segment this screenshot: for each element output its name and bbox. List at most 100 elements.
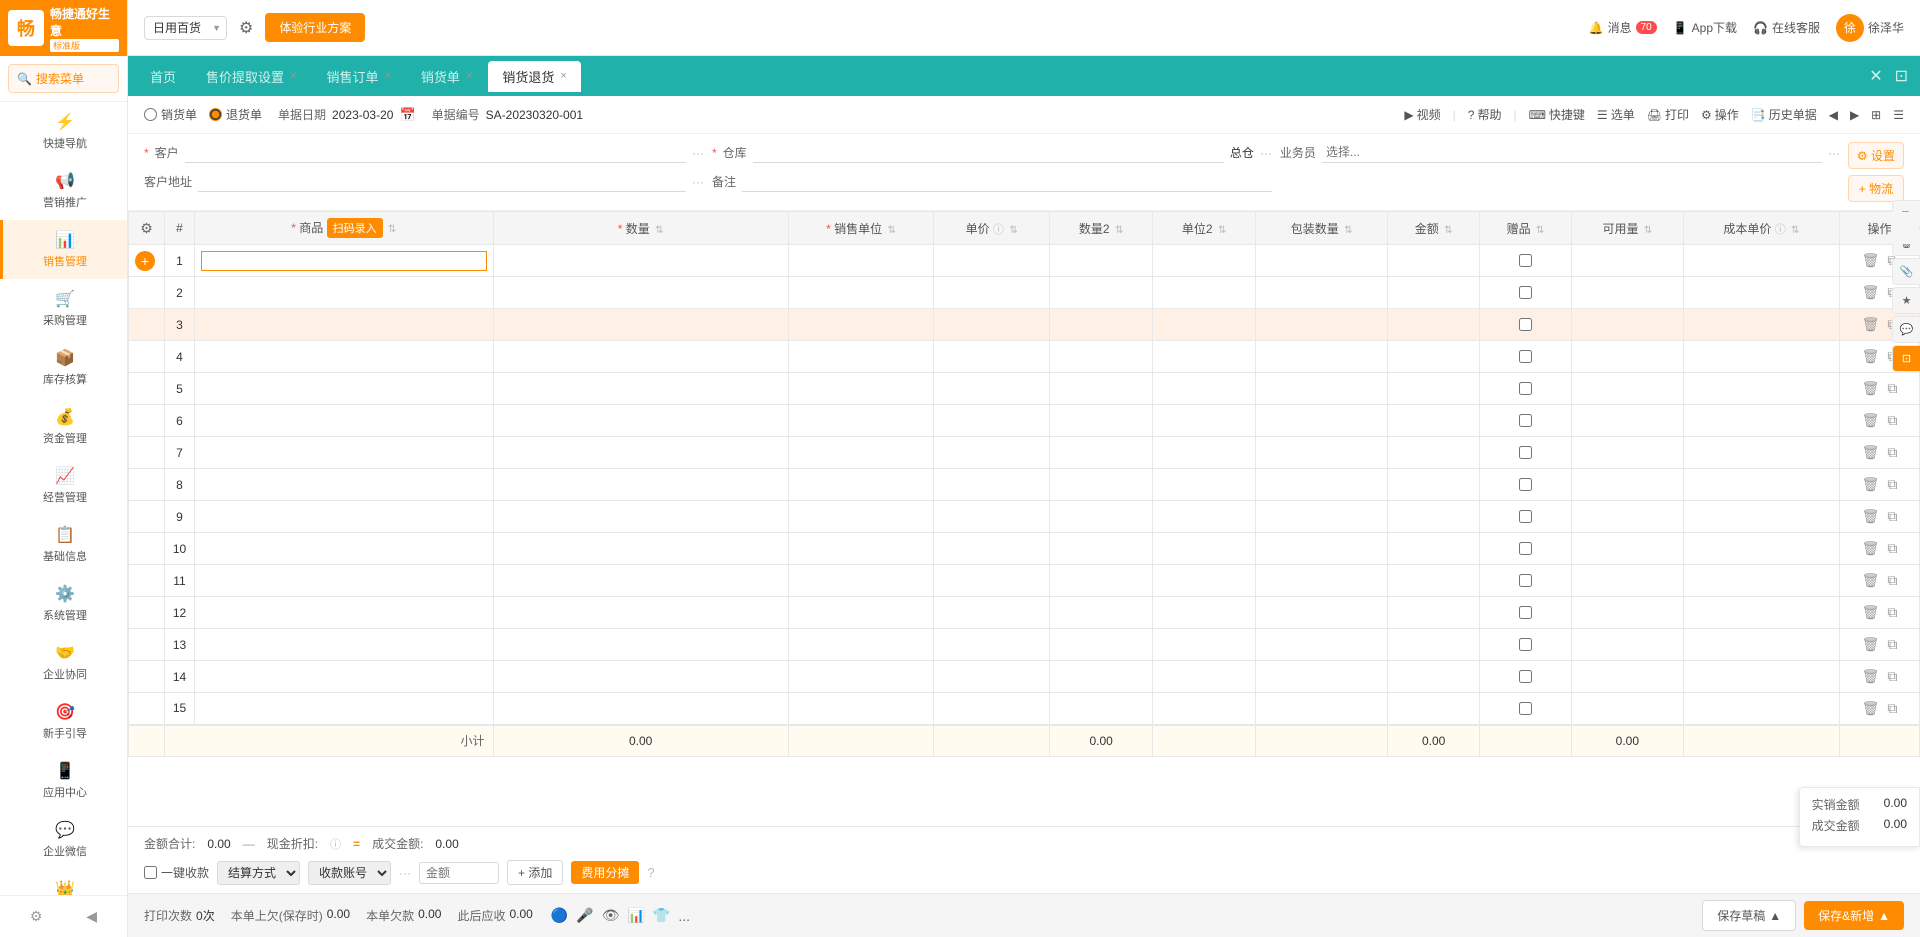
copy-row-8[interactable]: ⧉ bbox=[1887, 476, 1897, 493]
footer-icon-4[interactable]: 📊 bbox=[625, 907, 646, 924]
select-order-btn[interactable]: ☰ 选单 bbox=[1597, 106, 1635, 123]
app-download-btn[interactable]: 📱 App下载 bbox=[1673, 19, 1737, 36]
gift-checkbox-2[interactable] bbox=[1519, 286, 1532, 299]
module-select[interactable]: 日用百货 bbox=[144, 16, 227, 40]
footer-icon-5[interactable]: 👕 bbox=[651, 907, 672, 924]
footer-icon-1[interactable]: 🔵 bbox=[549, 907, 570, 924]
unit-price-sort[interactable]: ⇅ bbox=[1009, 225, 1017, 236]
one-click-label[interactable]: 一键收款 bbox=[144, 864, 209, 881]
gift-checkbox-7[interactable] bbox=[1519, 446, 1532, 459]
delete-row-6[interactable]: 🗑 bbox=[1862, 412, 1880, 429]
delete-row-4[interactable]: 🗑 bbox=[1862, 348, 1880, 365]
prev-record-btn[interactable]: ◀ bbox=[1829, 108, 1838, 122]
product-cell-2[interactable] bbox=[195, 277, 494, 309]
sidebar-item-basic[interactable]: 📋 基础信息 bbox=[0, 515, 127, 574]
sidebar-item-finance[interactable]: 💰 资金管理 bbox=[0, 397, 127, 456]
gift-checkbox-9[interactable] bbox=[1519, 510, 1532, 523]
radio-sales-input[interactable] bbox=[144, 108, 157, 121]
tab-close-sales-delivery[interactable]: × bbox=[466, 70, 472, 82]
cost-price-cell-1[interactable] bbox=[1683, 245, 1839, 277]
add-row-btn-1[interactable]: + bbox=[135, 251, 155, 271]
gift-checkbox-3[interactable] bbox=[1519, 318, 1532, 331]
remarks-input[interactable] bbox=[742, 171, 1272, 192]
gift-checkbox-6[interactable] bbox=[1519, 414, 1532, 427]
copy-row-5[interactable]: ⧉ bbox=[1887, 380, 1897, 397]
radio-sales[interactable]: 销货单 bbox=[144, 106, 197, 123]
available-sort[interactable]: ⇅ bbox=[1644, 225, 1652, 236]
sales-unit-sort[interactable]: ⇅ bbox=[887, 225, 895, 236]
right-tool-active[interactable]: ⊡ bbox=[1892, 345, 1920, 372]
right-tool-attach[interactable]: 📎 bbox=[1892, 258, 1920, 285]
operation-btn[interactable]: ⚙ 操作 bbox=[1701, 106, 1739, 123]
customer-input[interactable] bbox=[185, 142, 686, 163]
one-click-checkbox[interactable] bbox=[144, 866, 157, 879]
sidebar-item-marketing[interactable]: 📢 营销推广 bbox=[0, 161, 127, 220]
save-draft-btn[interactable]: 保存草稿 ▲ bbox=[1702, 900, 1796, 931]
right-tool-message[interactable]: 💬 bbox=[1892, 316, 1920, 343]
gift-checkbox-15[interactable] bbox=[1519, 702, 1532, 715]
gift-checkbox-5[interactable] bbox=[1519, 382, 1532, 395]
copy-row-14[interactable]: ⧉ bbox=[1887, 668, 1897, 685]
shortcuts-btn[interactable]: ⌨ 快捷键 bbox=[1529, 106, 1585, 123]
amount-sort[interactable]: ⇅ bbox=[1444, 225, 1452, 236]
gift-checkbox-11[interactable] bbox=[1519, 574, 1532, 587]
delete-row-11[interactable]: 🗑 bbox=[1862, 572, 1880, 589]
delete-row-3[interactable]: 🗑 bbox=[1862, 316, 1880, 333]
sidebar-item-guide[interactable]: 🎯 新手引导 bbox=[0, 692, 127, 751]
sales-unit-cell-1[interactable] bbox=[788, 245, 934, 277]
sidebar-item-sales[interactable]: 📊 销售管理 bbox=[0, 220, 127, 279]
logistics-btn[interactable]: + 物流 bbox=[1848, 175, 1904, 202]
settings-footer-btn[interactable]: ⚙ bbox=[26, 904, 47, 929]
user-menu[interactable]: 徐 徐泽华 bbox=[1836, 14, 1904, 42]
help-btn[interactable]: ? 帮助 bbox=[1468, 106, 1502, 123]
gift-checkbox-8[interactable] bbox=[1519, 478, 1532, 491]
copy-row-10[interactable]: ⧉ bbox=[1887, 540, 1897, 557]
history-btn[interactable]: 📑 历史单据 bbox=[1751, 106, 1817, 123]
warehouse-dots-btn[interactable]: ··· bbox=[1260, 146, 1272, 160]
account-select[interactable]: 收款账号 bbox=[308, 861, 391, 885]
footer-icon-3[interactable]: 👁 bbox=[600, 907, 622, 924]
sidebar-item-system[interactable]: ⚙️ 系统管理 bbox=[0, 574, 127, 633]
copy-row-7[interactable]: ⧉ bbox=[1887, 444, 1897, 461]
qty-sort[interactable]: ⇅ bbox=[655, 225, 663, 236]
warehouse-input[interactable] bbox=[753, 142, 1224, 163]
gift-cell-1[interactable] bbox=[1480, 245, 1572, 277]
salesperson-input[interactable] bbox=[1322, 142, 1822, 163]
settings-side-btn[interactable]: ⚙ 设置 bbox=[1848, 142, 1904, 169]
sidebar-item-member[interactable]: 👑 畅会员 bbox=[0, 869, 127, 895]
delete-row-10[interactable]: 🗑 bbox=[1862, 540, 1880, 557]
right-tool-star[interactable]: ★ bbox=[1892, 287, 1920, 314]
list-view-btn[interactable]: ☰ bbox=[1893, 108, 1904, 122]
notification-btn[interactable]: 🔔 消息 70 bbox=[1589, 19, 1657, 36]
delete-row-7[interactable]: 🗑 bbox=[1862, 444, 1880, 461]
product-cell-3[interactable] bbox=[195, 309, 494, 341]
unit2-cell-1[interactable] bbox=[1153, 245, 1256, 277]
sidebar-item-wechat[interactable]: 💬 企业微信 bbox=[0, 810, 127, 869]
tab-price-settings[interactable]: 售价提取设置 × bbox=[192, 61, 310, 92]
delete-row-9[interactable]: 🗑 bbox=[1862, 508, 1880, 525]
product-input-1[interactable] bbox=[201, 251, 487, 271]
sidebar-item-purchase[interactable]: 🛒 采购管理 bbox=[0, 279, 127, 338]
footer-icon-6[interactable]: ... bbox=[676, 908, 692, 924]
unit-price-cell-1[interactable] bbox=[934, 245, 1050, 277]
amount-cell-1[interactable] bbox=[1388, 245, 1480, 277]
tab-sales-return[interactable]: 销货退货 × bbox=[488, 61, 580, 92]
copy-row-11[interactable]: ⧉ bbox=[1887, 572, 1897, 589]
delete-row-8[interactable]: 🗑 bbox=[1862, 476, 1880, 493]
customer-address-input[interactable] bbox=[198, 171, 686, 192]
cost-price-sort[interactable]: ⇅ bbox=[1791, 225, 1799, 236]
settlement-method-select[interactable]: 结算方式 bbox=[217, 861, 300, 885]
cost-price-help[interactable]: ⓘ bbox=[1775, 224, 1786, 236]
copy-row-9[interactable]: ⧉ bbox=[1887, 508, 1897, 525]
gift-checkbox-13[interactable] bbox=[1519, 638, 1532, 651]
qty-cell-1[interactable] bbox=[493, 245, 788, 277]
tab-home[interactable]: 首页 bbox=[136, 61, 190, 92]
delete-row-15[interactable]: 🗑 bbox=[1862, 700, 1880, 717]
tab-close-sales-order[interactable]: × bbox=[384, 70, 390, 82]
discount-help[interactable]: ⓘ bbox=[330, 836, 341, 852]
tab-sales-delivery[interactable]: 销货单 × bbox=[407, 61, 486, 92]
available-cell-1[interactable] bbox=[1571, 245, 1683, 277]
print-btn[interactable]: 🖨 打印 bbox=[1647, 106, 1689, 123]
expand-tab-btn[interactable]: ⊡ bbox=[1891, 64, 1912, 88]
account-dots-btn[interactable]: ··· bbox=[399, 866, 411, 880]
